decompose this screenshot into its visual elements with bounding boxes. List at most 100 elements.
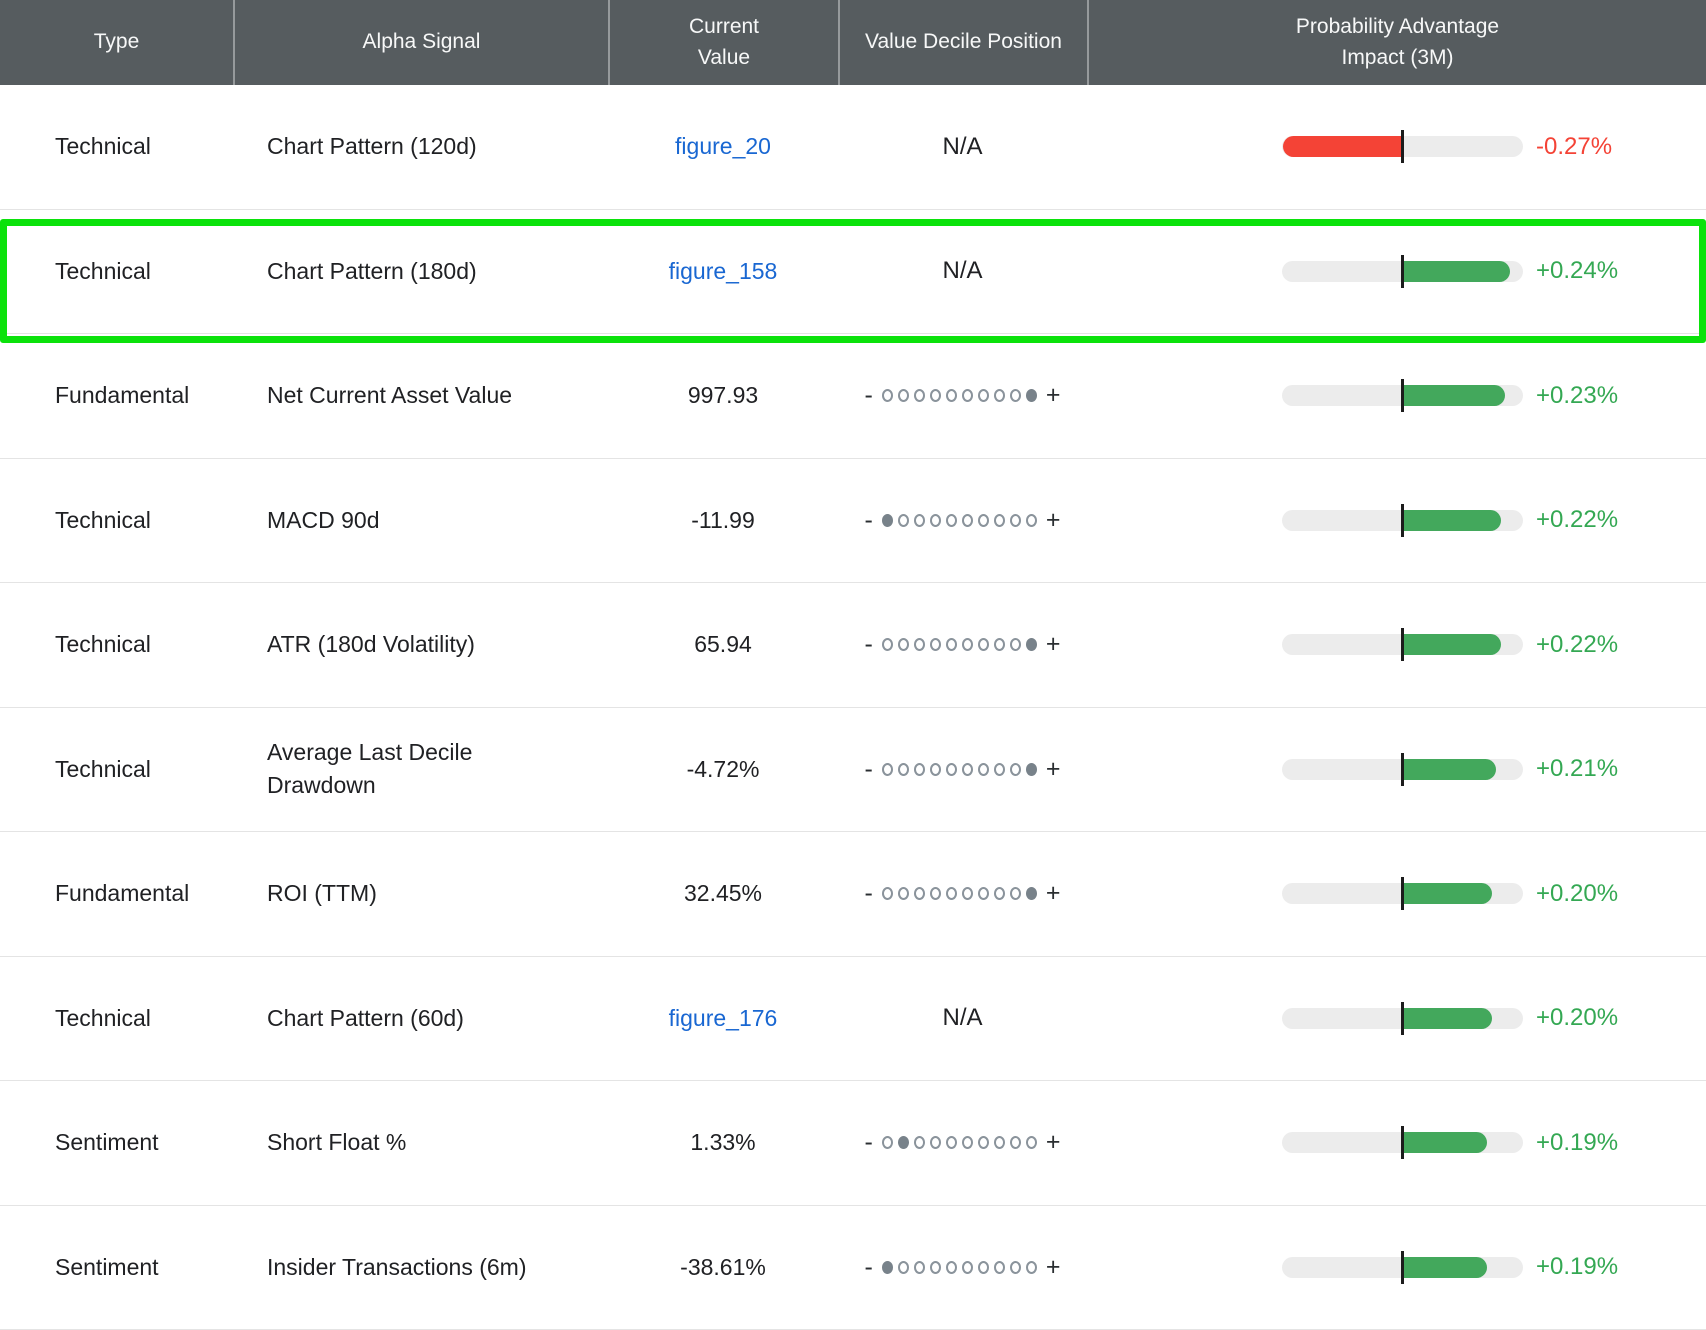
table-row[interactable]: Technical ATR (180d Volatility) 65.94 - +…: [0, 583, 1706, 708]
table-row[interactable]: Technical Average Last Decile Drawdown -…: [0, 707, 1706, 832]
decile-plus-icon[interactable]: +: [1046, 630, 1061, 659]
alpha-signals-table: Type Alpha Signal Current Value Value De…: [0, 0, 1706, 1330]
decile-dot: [993, 762, 1005, 776]
table-row[interactable]: Sentiment Insider Transactions (6m) -38.…: [0, 1205, 1706, 1330]
decile-na: N/A: [942, 132, 983, 160]
impact-cell: +0.22%: [1087, 459, 1706, 583]
decile-dot: [897, 513, 909, 527]
decile-dot: [881, 389, 893, 403]
decile-dot: [961, 638, 973, 652]
decile-minus-icon[interactable]: -: [865, 879, 873, 908]
decile-dot: [961, 513, 973, 527]
decile-dot: [881, 638, 893, 652]
table-row[interactable]: Technical Chart Pattern (180d) figure_15…: [0, 209, 1706, 343]
decile-dot: [993, 887, 1005, 901]
impact-cell: +0.22%: [1087, 583, 1706, 707]
decile-widget: - +: [865, 1253, 1061, 1282]
type-cell: Sentiment: [0, 1081, 233, 1205]
type-cell: Technical: [0, 85, 233, 209]
decile-dot: [993, 513, 1005, 527]
type-label: Technical: [55, 755, 151, 782]
column-header-alpha-signal: Alpha Signal: [233, 0, 608, 85]
decile-dot: [993, 638, 1005, 652]
current-value: 997.93: [687, 382, 759, 409]
decile-minus-icon[interactable]: -: [865, 381, 873, 410]
current-value-cell: 997.93: [608, 334, 838, 458]
decile-cell: N/A: [838, 957, 1087, 1081]
decile-cell: - +: [838, 459, 1087, 583]
decile-dots: [881, 762, 1037, 776]
impact-value: +0.20%: [1536, 879, 1619, 907]
current-value-cell: -38.61%: [608, 1206, 838, 1330]
decile-widget: - +: [865, 755, 1061, 784]
decile-minus-icon[interactable]: -: [865, 506, 873, 535]
current-value-cell: -4.72%: [608, 708, 838, 832]
decile-minus-icon[interactable]: -: [865, 755, 873, 784]
alpha-signal-cell: Chart Pattern (60d): [233, 957, 608, 1081]
table-row[interactable]: Fundamental ROI (TTM) 32.45% - + +0.20%: [0, 832, 1706, 957]
type-label: Technical: [55, 631, 151, 658]
decile-dot-filled: [897, 1136, 909, 1150]
impact-bar-fill: [1402, 1256, 1487, 1278]
alpha-signal-label: Net Current Asset Value: [267, 382, 513, 409]
figure-link[interactable]: figure_158: [669, 258, 778, 285]
decile-widget: - +: [865, 879, 1061, 908]
table-row[interactable]: Technical MACD 90d -11.99 - + +0.22%: [0, 458, 1706, 583]
figure-link[interactable]: figure_176: [669, 1005, 778, 1032]
decile-plus-icon[interactable]: +: [1046, 879, 1061, 908]
decile-cell: N/A: [838, 210, 1087, 334]
impact-bar-fill: [1282, 136, 1403, 158]
current-value-cell: 1.33%: [608, 1081, 838, 1205]
impact-value: +0.21%: [1536, 755, 1619, 783]
decile-minus-icon[interactable]: -: [865, 630, 873, 659]
impact-cell: +0.21%: [1087, 708, 1706, 832]
impact-bar-fill: [1402, 260, 1510, 282]
decile-plus-icon[interactable]: +: [1046, 1128, 1061, 1157]
decile-dot-filled: [881, 513, 893, 527]
alpha-signal-label: ROI (TTM): [267, 880, 377, 907]
table-row[interactable]: Fundamental Net Current Asset Value 997.…: [0, 334, 1706, 459]
decile-cell: - +: [838, 583, 1087, 707]
table-row[interactable]: Sentiment Short Float % 1.33% - + +0.19%: [0, 1081, 1706, 1206]
current-value: 32.45%: [683, 880, 762, 907]
decile-dot: [977, 1136, 989, 1150]
impact-cell: +0.19%: [1087, 1081, 1706, 1205]
type-label: Sentiment: [55, 1129, 159, 1156]
decile-dot-filled: [1025, 389, 1037, 403]
impact-bar-zero-tick: [1401, 877, 1404, 911]
decile-dot: [961, 1260, 973, 1274]
decile-dot: [993, 1136, 1005, 1150]
impact-bar-fill: [1402, 509, 1501, 531]
type-cell: Fundamental: [0, 832, 233, 956]
impact-bar-fill: [1402, 385, 1505, 407]
decile-dot: [897, 762, 909, 776]
decile-dot: [977, 1260, 989, 1274]
impact-bar-fill: [1402, 1132, 1487, 1154]
alpha-signal-cell: ROI (TTM): [233, 832, 608, 956]
table-row[interactable]: Technical Chart Pattern (60d) figure_176…: [0, 956, 1706, 1081]
decile-cell: N/A: [838, 85, 1087, 209]
decile-dot: [1009, 1136, 1021, 1150]
type-cell: Technical: [0, 708, 233, 832]
impact-bar-fill: [1402, 883, 1492, 905]
decile-plus-icon[interactable]: +: [1046, 755, 1061, 784]
decile-minus-icon[interactable]: -: [865, 1128, 873, 1157]
decile-minus-icon[interactable]: -: [865, 1253, 873, 1282]
alpha-signal-label: Chart Pattern (180d): [267, 257, 477, 284]
decile-dot: [945, 389, 957, 403]
impact-bar-track: [1282, 1250, 1523, 1284]
decile-cell: - +: [838, 1206, 1087, 1330]
decile-dot: [913, 762, 925, 776]
table-row[interactable]: Technical Chart Pattern (120d) figure_20…: [0, 85, 1706, 210]
decile-plus-icon[interactable]: +: [1046, 506, 1061, 535]
decile-dot: [897, 389, 909, 403]
decile-dot: [913, 887, 925, 901]
decile-plus-icon[interactable]: +: [1046, 1253, 1061, 1282]
decile-dot: [961, 762, 973, 776]
type-label: Fundamental: [55, 880, 190, 907]
figure-link[interactable]: figure_20: [675, 133, 771, 160]
impact-bar-zero-tick: [1401, 752, 1404, 786]
decile-dot: [897, 638, 909, 652]
impact-cell: +0.20%: [1087, 957, 1706, 1081]
decile-plus-icon[interactable]: +: [1046, 381, 1061, 410]
